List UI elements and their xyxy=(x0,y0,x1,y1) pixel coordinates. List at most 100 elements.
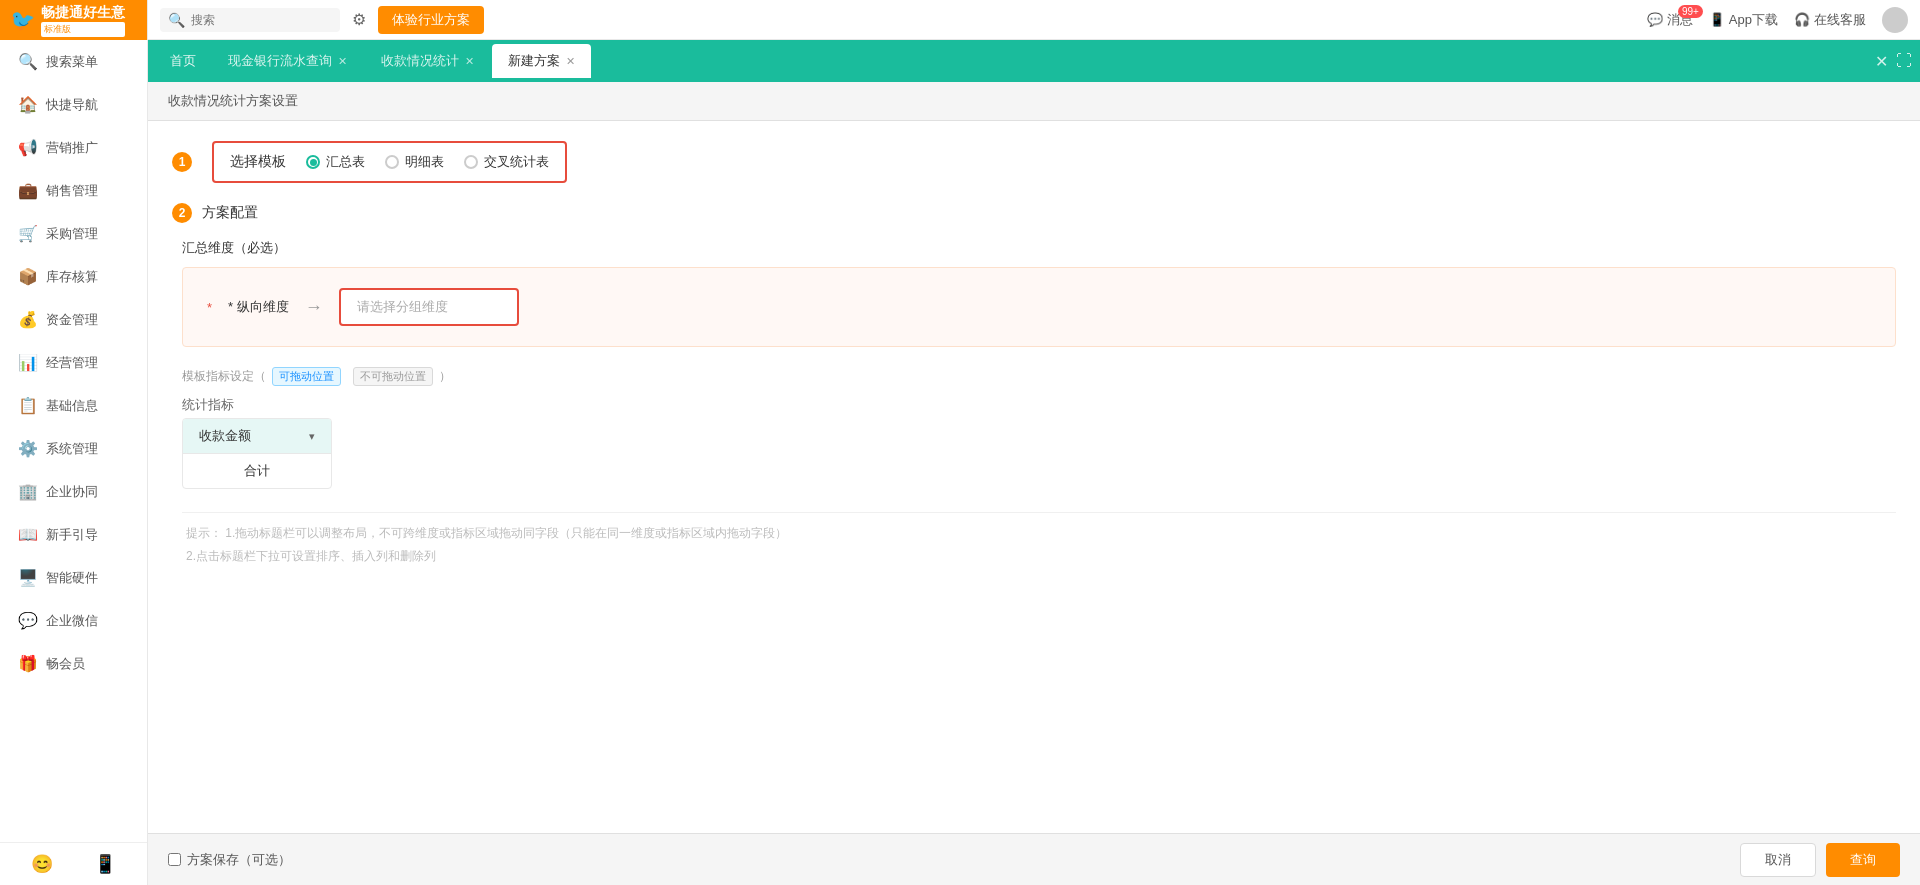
sidebar-item-label: 搜索菜单 xyxy=(46,53,98,71)
search-input[interactable] xyxy=(191,13,311,27)
sidebar-bottom-icon1[interactable]: 😊 xyxy=(31,853,53,875)
step2-label: 方案配置 xyxy=(202,204,258,222)
tab-cashflow[interactable]: 现金银行流水查询 ✕ xyxy=(212,44,363,78)
radio-cross[interactable]: 交叉统计表 xyxy=(464,153,549,171)
sidebar-item-member[interactable]: 🎁 畅会员 xyxy=(0,642,147,685)
window-maximize-icon[interactable]: ⛶ xyxy=(1896,52,1912,71)
draggable-tag: 可拖动位置 xyxy=(272,367,341,386)
tab-home[interactable]: 首页 xyxy=(156,44,210,78)
tab-new-plan-close[interactable]: ✕ xyxy=(566,55,575,68)
member-icon: 🎁 xyxy=(18,654,38,673)
config-section: 汇总维度（必选） * * 纵向维度 → 请选择分组维度 模板指标设定（ xyxy=(182,239,1896,583)
sidebar-bottom-icon2[interactable]: 📱 xyxy=(94,853,116,875)
user-avatar[interactable] xyxy=(1882,7,1908,33)
step1-label: 选择模板 xyxy=(230,153,286,171)
form-container: 1 选择模板 汇总表 明细表 xyxy=(148,121,1920,833)
radio-cross-circle xyxy=(464,155,478,169)
dimension-select[interactable]: 请选择分组维度 xyxy=(339,288,519,326)
support-btn[interactable]: 🎧 在线客服 xyxy=(1794,11,1866,29)
logo-badge: 标准版 xyxy=(41,22,125,37)
metrics-table-container: 统计指标 收款金额 ▾ 合计 xyxy=(182,396,1896,492)
wechat-icon: 💬 xyxy=(18,611,38,630)
sidebar-item-finance[interactable]: 💰 资金管理 xyxy=(0,298,147,341)
sidebar-item-system[interactable]: ⚙️ 系统管理 xyxy=(0,427,147,470)
radio-summary-label: 汇总表 xyxy=(326,153,365,171)
industry-btn[interactable]: 体验行业方案 xyxy=(378,6,484,34)
tips-section: 提示： 1.拖动标题栏可以调整布局，不可跨维度或指标区域拖动同字段（只能在同一维… xyxy=(182,512,1896,583)
sidebar-item-wechat[interactable]: 💬 企业微信 xyxy=(0,599,147,642)
metrics-col-total: 合计 xyxy=(183,453,331,488)
tab-receipts[interactable]: 收款情况统计 ✕ xyxy=(365,44,490,78)
sidebar-item-label: 畅会员 xyxy=(46,655,85,673)
nav-right-icons: ✕ ⛶ xyxy=(1875,52,1912,71)
sidebar-item-enterprise[interactable]: 🏢 企业协同 xyxy=(0,470,147,513)
tip-2: 2.点击标题栏下拉可设置排序、插入列和删除列 xyxy=(182,548,1896,565)
enterprise-icon: 🏢 xyxy=(18,482,38,501)
topbar-right: 💬 消息 99+ 📱 App下载 🎧 在线客服 xyxy=(1647,7,1908,33)
sidebar-item-label: 资金管理 xyxy=(46,311,98,329)
sidebar-item-label: 销售管理 xyxy=(46,182,98,200)
support-label: 在线客服 xyxy=(1814,11,1866,29)
template-selection-box: 选择模板 汇总表 明细表 xyxy=(212,141,567,183)
logo-icon: 🐦 xyxy=(10,8,35,32)
sidebar-item-sales[interactable]: 💼 销售管理 xyxy=(0,169,147,212)
window-close-icon[interactable]: ✕ xyxy=(1875,52,1888,71)
non-draggable-tag: 不可拖动位置 xyxy=(353,367,433,386)
sidebar-item-hardware[interactable]: 🖥️ 智能硬件 xyxy=(0,556,147,599)
support-icon: 🎧 xyxy=(1794,12,1810,27)
settings-icon[interactable]: ⚙ xyxy=(352,10,366,29)
sidebar-item-label: 企业微信 xyxy=(46,612,98,630)
sidebar-item-purchase[interactable]: 🛒 采购管理 xyxy=(0,212,147,255)
sidebar-item-operation[interactable]: 📊 经营管理 xyxy=(0,341,147,384)
tab-receipts-label: 收款情况统计 xyxy=(381,52,459,70)
dimension-area: * * 纵向维度 → 请选择分组维度 xyxy=(182,267,1896,347)
download-icon: 📱 xyxy=(1709,12,1725,27)
sales-icon: 💼 xyxy=(18,181,38,200)
metrics-col-header[interactable]: 收款金额 ▾ xyxy=(183,419,331,453)
sidebar-item-label: 企业协同 xyxy=(46,483,98,501)
query-button[interactable]: 查询 xyxy=(1826,843,1900,877)
vertical-label: * 纵向维度 xyxy=(228,298,289,316)
radio-detail-circle xyxy=(385,155,399,169)
sidebar-item-search[interactable]: 🔍 搜索菜单 xyxy=(0,40,147,83)
sidebar-item-label: 营销推广 xyxy=(46,139,98,157)
guide-icon: 📖 xyxy=(18,525,38,544)
step2-num: 2 xyxy=(172,203,192,223)
tab-new-plan[interactable]: 新建方案 ✕ xyxy=(492,44,591,78)
dimension-row: * * 纵向维度 → 请选择分组维度 xyxy=(207,288,1871,326)
dimension-config-label: 汇总维度（必选） xyxy=(182,239,1896,257)
tip-1: 提示： 1.拖动标题栏可以调整布局，不可跨维度或指标区域拖动同字段（只能在同一维… xyxy=(182,525,1896,542)
sidebar-item-label: 新手引导 xyxy=(46,526,98,544)
required-marker: * xyxy=(207,300,212,315)
search-icon: 🔍 xyxy=(168,12,185,28)
system-icon: ⚙️ xyxy=(18,439,38,458)
sidebar-item-home[interactable]: 🏠 快捷导航 xyxy=(0,83,147,126)
sidebar-item-inventory[interactable]: 📦 库存核算 xyxy=(0,255,147,298)
save-checkbox[interactable] xyxy=(168,853,181,866)
download-btn[interactable]: 📱 App下载 xyxy=(1709,11,1778,29)
save-checkbox-label[interactable]: 方案保存（可选） xyxy=(168,851,291,869)
sidebar-item-label: 采购管理 xyxy=(46,225,98,243)
radio-summary[interactable]: 汇总表 xyxy=(306,153,365,171)
step2-section: 2 方案配置 汇总维度（必选） * * 纵向维度 → 请选择分组维度 xyxy=(172,203,1896,583)
finance-icon: 💰 xyxy=(18,310,38,329)
tab-cashflow-close[interactable]: ✕ xyxy=(338,55,347,68)
inventory-icon: 📦 xyxy=(18,267,38,286)
tab-receipts-close[interactable]: ✕ xyxy=(465,55,474,68)
radio-detail[interactable]: 明细表 xyxy=(385,153,444,171)
sidebar-item-guide[interactable]: 📖 新手引导 xyxy=(0,513,147,556)
tab-new-plan-label: 新建方案 xyxy=(508,52,560,70)
search-icon: 🔍 xyxy=(18,52,38,71)
metrics-col-header-label: 收款金额 xyxy=(199,427,251,445)
marketing-icon: 📢 xyxy=(18,138,38,157)
sidebar-item-basic[interactable]: 📋 基础信息 xyxy=(0,384,147,427)
statistics-label: 统计指标 xyxy=(182,396,332,414)
content-area: 收款情况统计方案设置 1 选择模板 汇总表 xyxy=(148,82,1920,833)
cancel-button[interactable]: 取消 xyxy=(1740,843,1816,877)
sidebar-bottom: 😊 📱 xyxy=(0,842,147,885)
metrics-hint: 模板指标设定（ 可拖动位置 不可拖动位置 ） xyxy=(182,367,1896,386)
radio-cross-label: 交叉统计表 xyxy=(484,153,549,171)
sidebar-item-marketing[interactable]: 📢 营销推广 xyxy=(0,126,147,169)
topbar: 🔍 ⚙ 体验行业方案 💬 消息 99+ 📱 App下载 🎧 在线客服 xyxy=(148,0,1920,40)
notification-btn[interactable]: 💬 消息 99+ xyxy=(1647,11,1693,29)
